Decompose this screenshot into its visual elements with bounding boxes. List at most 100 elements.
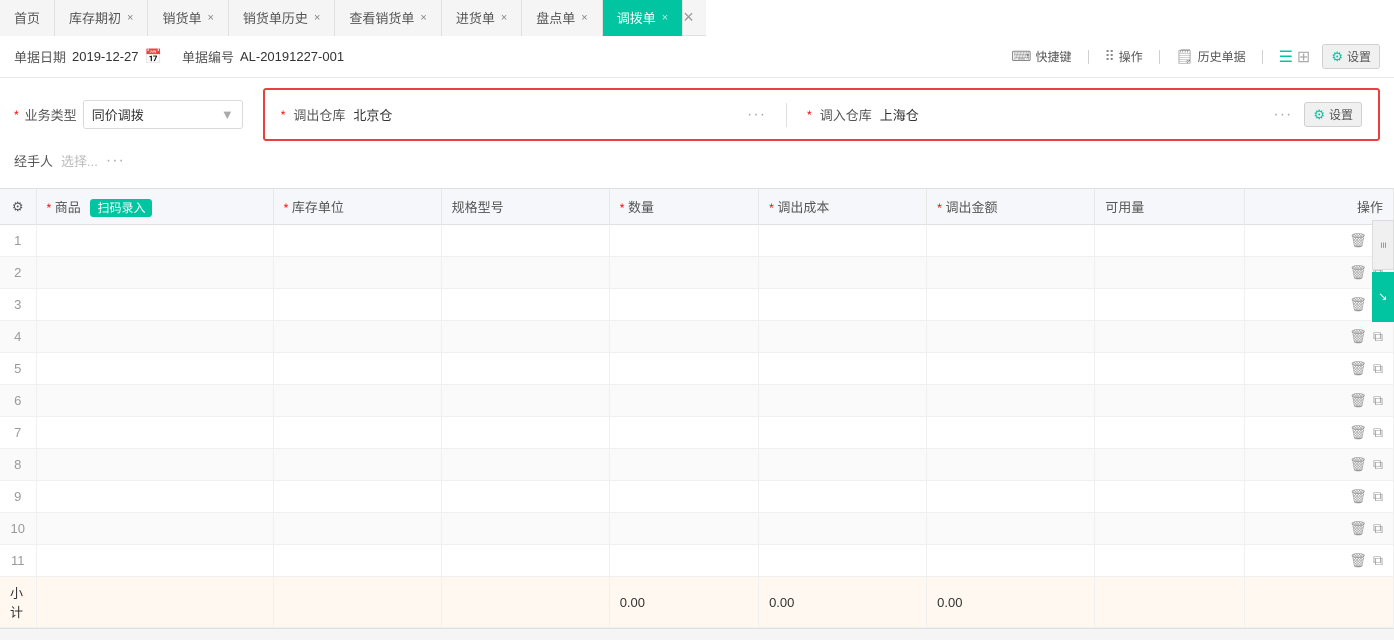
row-cost-6[interactable] [759,385,927,417]
row-spec-3[interactable] [441,289,609,321]
copy-icon-4[interactable]: ⧉ [1373,328,1383,345]
row-spec-5[interactable] [441,353,609,385]
row-product-6[interactable] [36,385,273,417]
delete-icon-2[interactable]: 🗑 [1349,264,1367,281]
row-spec-11[interactable] [441,545,609,577]
delete-icon-10[interactable]: 🗑 [1349,520,1367,537]
scan-entry-button[interactable]: 扫码录入 [90,199,152,217]
tab-sales-history[interactable]: 销货单历史 × [229,0,335,36]
tab-home[interactable]: 首页 [0,0,55,36]
row-qty-6[interactable] [609,385,758,417]
tab-transfer-order[interactable]: 调拨单 × [603,0,683,36]
calendar-icon[interactable]: 📅 [145,48,162,65]
tab-sales-order[interactable]: 销货单 × [148,0,228,36]
row-product-2[interactable] [36,257,273,289]
row-qty-9[interactable] [609,481,758,513]
row-qty-5[interactable] [609,353,758,385]
layout-icon-1[interactable]: ☰ [1279,47,1293,67]
operations-button[interactable]: ⠿ 操作 [1105,48,1143,65]
row-amount-11[interactable] [927,545,1095,577]
tab-sales-history-close[interactable]: × [314,12,320,24]
copy-icon-11[interactable]: ⧉ [1373,552,1383,569]
row-amount-1[interactable] [927,225,1095,257]
row-amount-3[interactable] [927,289,1095,321]
row-unit-6[interactable] [273,385,441,417]
delete-icon-7[interactable]: 🗑 [1349,424,1367,441]
delete-icon-5[interactable]: 🗑 [1349,360,1367,377]
row-amount-7[interactable] [927,417,1095,449]
row-qty-3[interactable] [609,289,758,321]
gear-icon[interactable]: ⚙ [12,199,24,214]
row-cost-9[interactable] [759,481,927,513]
delete-icon-4[interactable]: 🗑 [1349,328,1367,345]
source-wh-more-button[interactable]: ··· [747,106,766,124]
float-expand-button[interactable]: ↗ [1372,272,1394,322]
row-product-4[interactable] [36,321,273,353]
row-unit-7[interactable] [273,417,441,449]
target-wh-value[interactable]: 上海仓 [880,105,919,124]
row-cost-2[interactable] [759,257,927,289]
agent-more-button[interactable]: ··· [106,152,125,170]
row-unit-2[interactable] [273,257,441,289]
tab-inventory-check[interactable]: 盘点单 × [522,0,602,36]
row-amount-5[interactable] [927,353,1095,385]
tab-view-sales-close[interactable]: × [420,12,426,24]
float-list-button[interactable]: ≡ [1372,220,1394,270]
row-qty-4[interactable] [609,321,758,353]
row-qty-1[interactable] [609,225,758,257]
row-qty-8[interactable] [609,449,758,481]
copy-icon-10[interactable]: ⧉ [1373,520,1383,537]
row-qty-2[interactable] [609,257,758,289]
layout-icon-2[interactable]: ⊞ [1297,47,1310,67]
tab-inventory-check-close[interactable]: × [581,12,587,24]
row-unit-10[interactable] [273,513,441,545]
row-amount-6[interactable] [927,385,1095,417]
delete-icon-8[interactable]: 🗑 [1349,456,1367,473]
row-spec-9[interactable] [441,481,609,513]
delete-icon-6[interactable]: 🗑 [1349,392,1367,409]
row-product-3[interactable] [36,289,273,321]
delete-icon-1[interactable]: 🗑 [1349,232,1367,249]
warehouse-settings-button[interactable]: ⚙ 设置 [1304,102,1362,127]
row-spec-1[interactable] [441,225,609,257]
tab-transfer-order-close[interactable]: × [662,12,668,24]
row-amount-2[interactable] [927,257,1095,289]
tab-purchase-order[interactable]: 进货单 × [442,0,522,36]
row-unit-1[interactable] [273,225,441,257]
tab-purchase-order-close[interactable]: × [501,12,507,24]
row-spec-10[interactable] [441,513,609,545]
row-amount-4[interactable] [927,321,1095,353]
tab-sales-order-close[interactable]: × [207,12,213,24]
date-value[interactable]: 2019-12-27 [72,49,139,64]
agent-select[interactable]: 选择... [61,151,98,170]
row-amount-9[interactable] [927,481,1095,513]
row-product-8[interactable] [36,449,273,481]
copy-icon-8[interactable]: ⧉ [1373,456,1383,473]
row-cost-7[interactable] [759,417,927,449]
row-qty-10[interactable] [609,513,758,545]
delete-icon-11[interactable]: 🗑 [1349,552,1367,569]
th-gear[interactable]: ⚙ [0,189,36,225]
row-unit-8[interactable] [273,449,441,481]
row-unit-3[interactable] [273,289,441,321]
target-wh-more-button[interactable]: ··· [1273,106,1292,124]
tab-view-sales[interactable]: 查看销货单 × [335,0,441,36]
copy-icon-7[interactable]: ⧉ [1373,424,1383,441]
row-spec-7[interactable] [441,417,609,449]
row-cost-8[interactable] [759,449,927,481]
copy-icon-9[interactable]: ⧉ [1373,488,1383,505]
copy-icon-6[interactable]: ⧉ [1373,392,1383,409]
tab-inventory-init[interactable]: 库存期初 × [55,0,148,36]
settings-button[interactable]: ⚙ 设置 [1322,44,1380,69]
close-all-button[interactable]: × [683,7,694,28]
row-product-9[interactable] [36,481,273,513]
shortcuts-button[interactable]: ⌨ 快捷键 [1011,48,1071,65]
tab-inventory-init-close[interactable]: × [127,12,133,24]
row-amount-8[interactable] [927,449,1095,481]
row-cost-3[interactable] [759,289,927,321]
history-button[interactable]: 🗒 历史单据 [1176,48,1246,65]
row-cost-4[interactable] [759,321,927,353]
row-product-7[interactable] [36,417,273,449]
row-unit-9[interactable] [273,481,441,513]
row-unit-4[interactable] [273,321,441,353]
